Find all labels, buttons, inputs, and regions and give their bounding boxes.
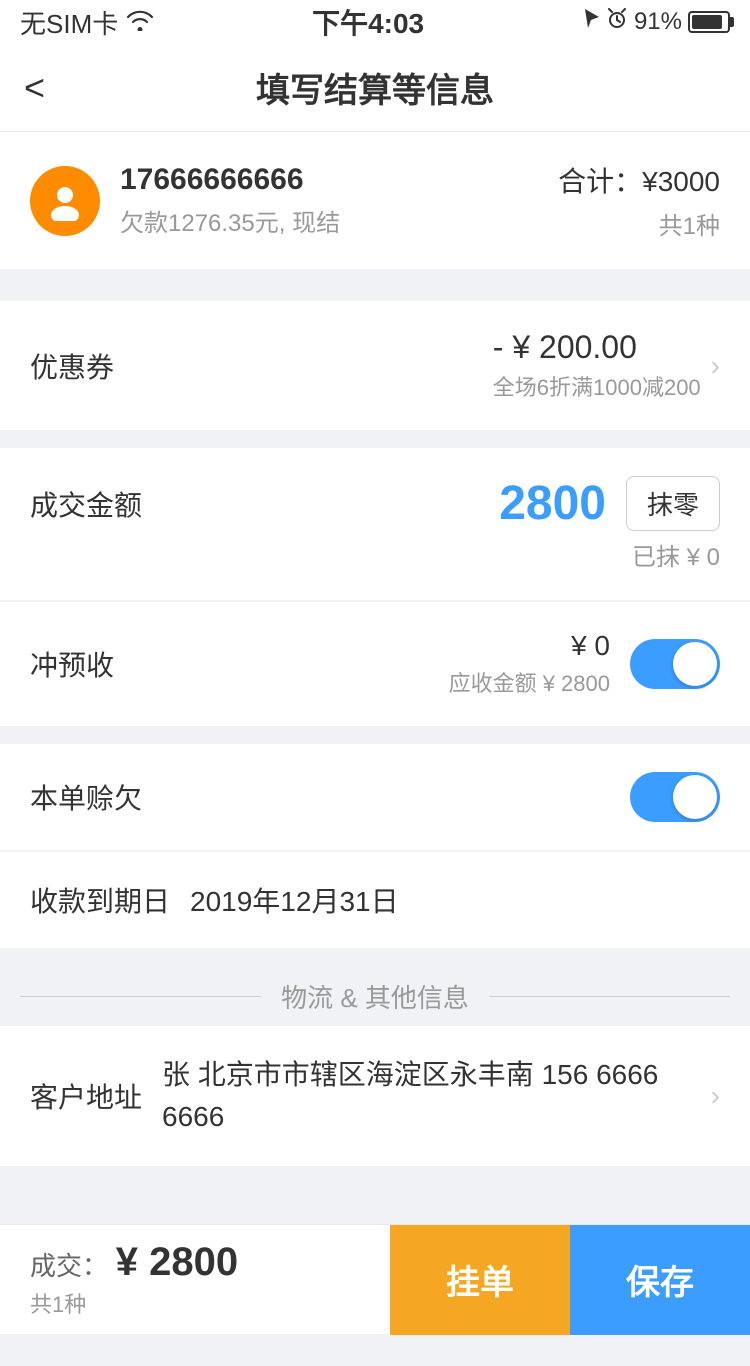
prepay-section: 冲预收 ¥ 0 应收金额 ¥ 2800 <box>0 602 750 726</box>
divider-2 <box>0 432 750 448</box>
round-button[interactable]: 抹零 <box>626 476 720 531</box>
logistics-divider: 物流 & 其他信息 <box>0 966 750 1026</box>
prepay-sub: 应收金额 ¥ 2800 <box>449 666 610 698</box>
duedate-label: 收款到期日 <box>30 880 170 920</box>
amount-row: 成交金额 2800 抹零 <box>30 476 720 531</box>
avatar <box>30 166 100 236</box>
prepay-value-block: ¥ 0 应收金额 ¥ 2800 <box>449 630 610 698</box>
coupon-discount: - ¥ 200.00 <box>493 329 701 366</box>
total-amount: 合计：¥3000 <box>558 160 720 200</box>
customer-debt: 欠款1276.35元, 现结 <box>120 203 340 238</box>
status-right: 91% <box>582 8 730 37</box>
amount-right: 2800 抹零 <box>499 476 720 531</box>
coupon-label: 优惠券 <box>30 346 114 386</box>
bottom-deal-label: 成交： <box>30 1251 108 1281</box>
address-arrow-icon: › <box>711 1080 720 1112</box>
bottom-types: 共1种 <box>30 1287 360 1319</box>
hang-button[interactable]: 挂单 <box>390 1225 570 1335</box>
wifi-icon <box>126 7 154 38</box>
divider-4 <box>0 950 750 966</box>
coupon-arrow-icon: › <box>711 350 720 382</box>
address-section[interactable]: 客户地址 张 北京市市辖区海淀区永丰南 156 6666 6666 › <box>0 1026 750 1166</box>
customer-left: 17666666666 欠款1276.35元, 现结 <box>30 163 340 238</box>
status-bar: 无SIM卡 下午4:03 91% <box>0 0 750 44</box>
customer-phone: 17666666666 <box>120 163 340 197</box>
duedate-value: 2019年12月31日 <box>190 880 399 920</box>
location-icon <box>582 8 600 37</box>
bottom-summary: 成交： ¥ 2800 共1种 <box>0 1240 390 1319</box>
nav-bar: < 填写结算等信息 <box>0 44 750 132</box>
battery-icon <box>688 11 730 33</box>
bottom-amount: ¥ 2800 <box>116 1240 238 1284</box>
prepay-toggle[interactable] <box>630 639 720 689</box>
toggle-knob <box>673 642 717 686</box>
save-button[interactable]: 保存 <box>570 1225 750 1335</box>
prepay-right: ¥ 0 应收金额 ¥ 2800 <box>449 630 720 698</box>
page-title: 填写结算等信息 <box>256 63 494 112</box>
logistics-text: 物流 & 其他信息 <box>281 978 469 1015</box>
customer-right: 合计：¥3000 共1种 <box>558 160 720 241</box>
bottom-bar: 成交： ¥ 2800 共1种 挂单 保存 <box>0 1224 750 1334</box>
divider-3 <box>0 728 750 744</box>
total-types: 共1种 <box>558 206 720 241</box>
deal-amount-sub: 已抹 ¥ 0 <box>30 537 720 572</box>
divider-1 <box>0 285 750 301</box>
customer-card: 17666666666 欠款1276.35元, 现结 合计：¥3000 共1种 <box>0 132 750 269</box>
deal-amount-value: 2800 <box>499 476 606 531</box>
battery-percentage: 91% <box>634 8 682 36</box>
address-label: 客户地址 <box>30 1076 142 1116</box>
deal-amount-label: 成交金额 <box>30 484 142 524</box>
carrier-label: 无SIM卡 <box>20 4 118 41</box>
coupon-right: - ¥ 200.00 全场6折满1000减200 › <box>493 329 720 402</box>
prepay-label: 冲预收 <box>30 644 114 684</box>
debt-toggle[interactable] <box>630 772 720 822</box>
duedate-section: 收款到期日 2019年12月31日 <box>0 852 750 948</box>
coupon-row[interactable]: 优惠券 - ¥ 200.00 全场6折满1000减200 › <box>0 301 750 430</box>
status-left: 无SIM卡 <box>20 4 154 41</box>
deal-amount-section: 成交金额 2800 抹零 已抹 ¥ 0 <box>0 448 750 600</box>
coupon-desc: 全场6折满1000减200 <box>493 370 701 402</box>
debt-section: 本单赊欠 <box>0 744 750 850</box>
prepay-value: ¥ 0 <box>449 630 610 662</box>
debt-label: 本单赊欠 <box>30 777 142 817</box>
status-time: 下午4:03 <box>312 2 424 42</box>
debt-toggle-knob <box>673 775 717 819</box>
customer-info: 17666666666 欠款1276.35元, 现结 <box>120 163 340 238</box>
back-button[interactable]: < <box>24 67 45 109</box>
alarm-icon <box>606 8 628 37</box>
address-value: 张 北京市市辖区海淀区永丰南 156 6666 6666 <box>162 1054 691 1138</box>
